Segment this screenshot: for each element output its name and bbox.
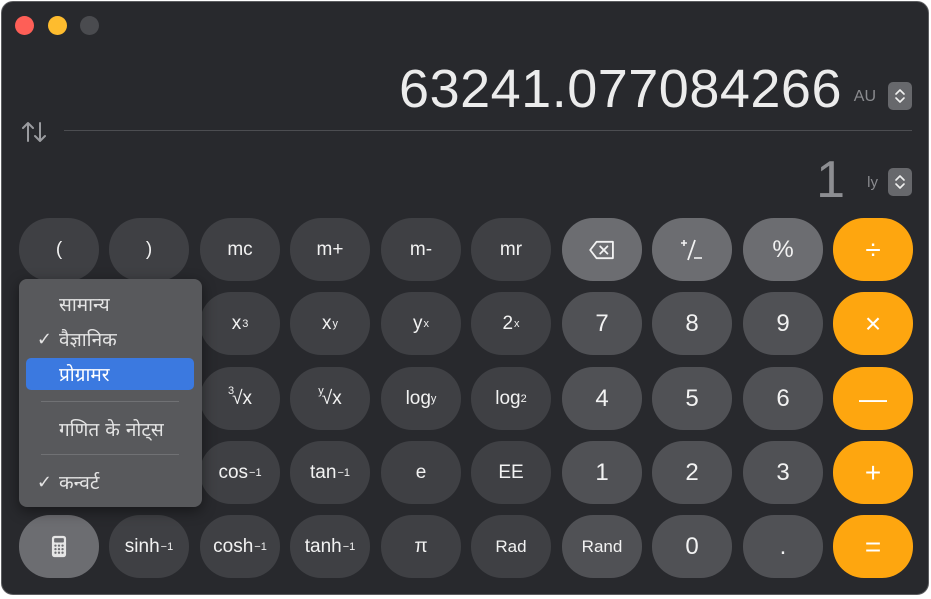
mode-menu: सामान्य ✓ वैज्ञानिक प्रोग्रामर गणित के न…: [19, 279, 202, 507]
menu-item-basic[interactable]: सामान्य: [26, 288, 194, 320]
digit-5-key[interactable]: 5: [652, 367, 732, 430]
rand-key[interactable]: Rand: [562, 515, 642, 578]
digit-4-key[interactable]: 4: [562, 367, 642, 430]
main-unit-label: AU: [853, 88, 876, 105]
key-base: sinh: [124, 535, 160, 557]
menu-separator: [41, 454, 179, 455]
log-y-key[interactable]: log y: [381, 367, 461, 430]
y-to-x-key[interactable]: yx: [381, 292, 461, 355]
arctan-key[interactable]: tan −1: [290, 441, 370, 504]
y-root-key[interactable]: y √x: [290, 367, 370, 430]
calculator-icon: [51, 535, 67, 558]
pi-key[interactable]: π: [381, 515, 461, 578]
key-base: √x: [321, 387, 342, 409]
key-base: tanh: [304, 535, 342, 557]
percent-key[interactable]: %: [743, 218, 823, 281]
arctanh-key[interactable]: tanh −1: [290, 515, 370, 578]
key-base: log: [495, 387, 521, 409]
backspace-key[interactable]: [562, 218, 642, 281]
key-base: 2: [502, 312, 514, 334]
m-plus-key[interactable]: m+: [290, 218, 370, 281]
divide-key[interactable]: ÷: [833, 218, 913, 281]
arrow-up-down-icon: [22, 122, 46, 142]
digit-0-key[interactable]: 0: [652, 515, 732, 578]
key-base: x: [231, 312, 242, 334]
digit-9-key[interactable]: 9: [743, 292, 823, 355]
key-base: x: [322, 312, 332, 334]
menu-item-scientific[interactable]: ✓ वैज्ञानिक: [26, 323, 194, 355]
plus-minus-key[interactable]: [652, 218, 732, 281]
digit-8-key[interactable]: 8: [652, 292, 732, 355]
menu-item-convert[interactable]: ✓ कन्वर्ट: [26, 466, 194, 498]
digit-6-key[interactable]: 6: [743, 367, 823, 430]
arccosh-key[interactable]: cosh −1: [200, 515, 280, 578]
checkmark-icon: ✓: [36, 328, 52, 350]
mr-key[interactable]: mr: [471, 218, 551, 281]
minimize-window-button[interactable]: [48, 16, 67, 35]
mc-key[interactable]: mc: [200, 218, 280, 281]
key-pre: y: [318, 384, 324, 397]
subtract-key[interactable]: —: [833, 367, 913, 430]
mode-menu-button[interactable]: [19, 515, 99, 578]
chevron-up-down-icon: [895, 175, 905, 189]
menu-item-math-notes[interactable]: गणित के नोट्स: [26, 413, 194, 445]
key-base: tan: [310, 461, 337, 483]
equals-key[interactable]: =: [833, 515, 913, 578]
secondary-display-value: 1: [816, 151, 845, 209]
key-base: cos: [218, 461, 249, 483]
digit-7-key[interactable]: 7: [562, 292, 642, 355]
e-key[interactable]: e: [381, 441, 461, 504]
x-to-y-key[interactable]: xy: [290, 292, 370, 355]
menu-item-label: सामान्य: [59, 294, 110, 316]
digit-1-key[interactable]: 1: [562, 441, 642, 504]
main-display-value: 63241.077084266: [399, 59, 842, 119]
arccos-key[interactable]: cos −1: [200, 441, 280, 504]
x-cubed-key[interactable]: x3: [200, 292, 280, 355]
delete-backward-icon: [589, 240, 614, 259]
main-unit-selector[interactable]: [888, 82, 912, 110]
open-paren-key[interactable]: (: [19, 218, 99, 281]
key-base: log: [405, 387, 431, 409]
close-paren-key[interactable]: ): [109, 218, 189, 281]
secondary-unit-selector[interactable]: [888, 168, 912, 196]
zoom-window-button[interactable]: [80, 16, 99, 35]
menu-item-label: प्रोग्रामर: [59, 364, 110, 386]
two-to-x-key[interactable]: 2x: [471, 292, 551, 355]
display-divider: [64, 130, 912, 131]
digit-3-key[interactable]: 3: [743, 441, 823, 504]
chevron-up-down-icon: [895, 89, 905, 103]
key-base: y: [413, 312, 423, 334]
menu-separator: [41, 401, 179, 402]
ee-key[interactable]: EE: [471, 441, 551, 504]
calculator-window: 63241.077084266 AU 1 ly ( ) mc m+ m- mr …: [1, 1, 929, 595]
multiply-key[interactable]: ×: [833, 292, 913, 355]
add-key[interactable]: +: [833, 441, 913, 504]
key-pre: 3: [227, 384, 235, 397]
rad-key[interactable]: Rad: [471, 515, 551, 578]
secondary-unit-label: ly: [867, 174, 878, 191]
digit-2-key[interactable]: 2: [652, 441, 732, 504]
key-base: √x: [232, 387, 253, 409]
key-base: cosh: [213, 535, 254, 557]
checkmark-icon: ✓: [36, 471, 52, 493]
swap-units-icon[interactable]: [21, 119, 47, 145]
close-window-button[interactable]: [15, 16, 34, 35]
plus-minus-icon: [681, 239, 702, 260]
menu-item-label: वैज्ञानिक: [59, 329, 117, 351]
decimal-key[interactable]: .: [743, 515, 823, 578]
menu-item-label: कन्वर्ट: [59, 472, 100, 494]
m-minus-key[interactable]: m-: [381, 218, 461, 281]
cube-root-key[interactable]: 3 √x: [200, 367, 280, 430]
log-2-key[interactable]: log 2: [471, 367, 551, 430]
arcsinh-key[interactable]: sinh −1: [109, 515, 189, 578]
menu-item-programmer[interactable]: प्रोग्रामर: [26, 358, 194, 390]
menu-item-label: गणित के नोट्स: [59, 419, 164, 441]
